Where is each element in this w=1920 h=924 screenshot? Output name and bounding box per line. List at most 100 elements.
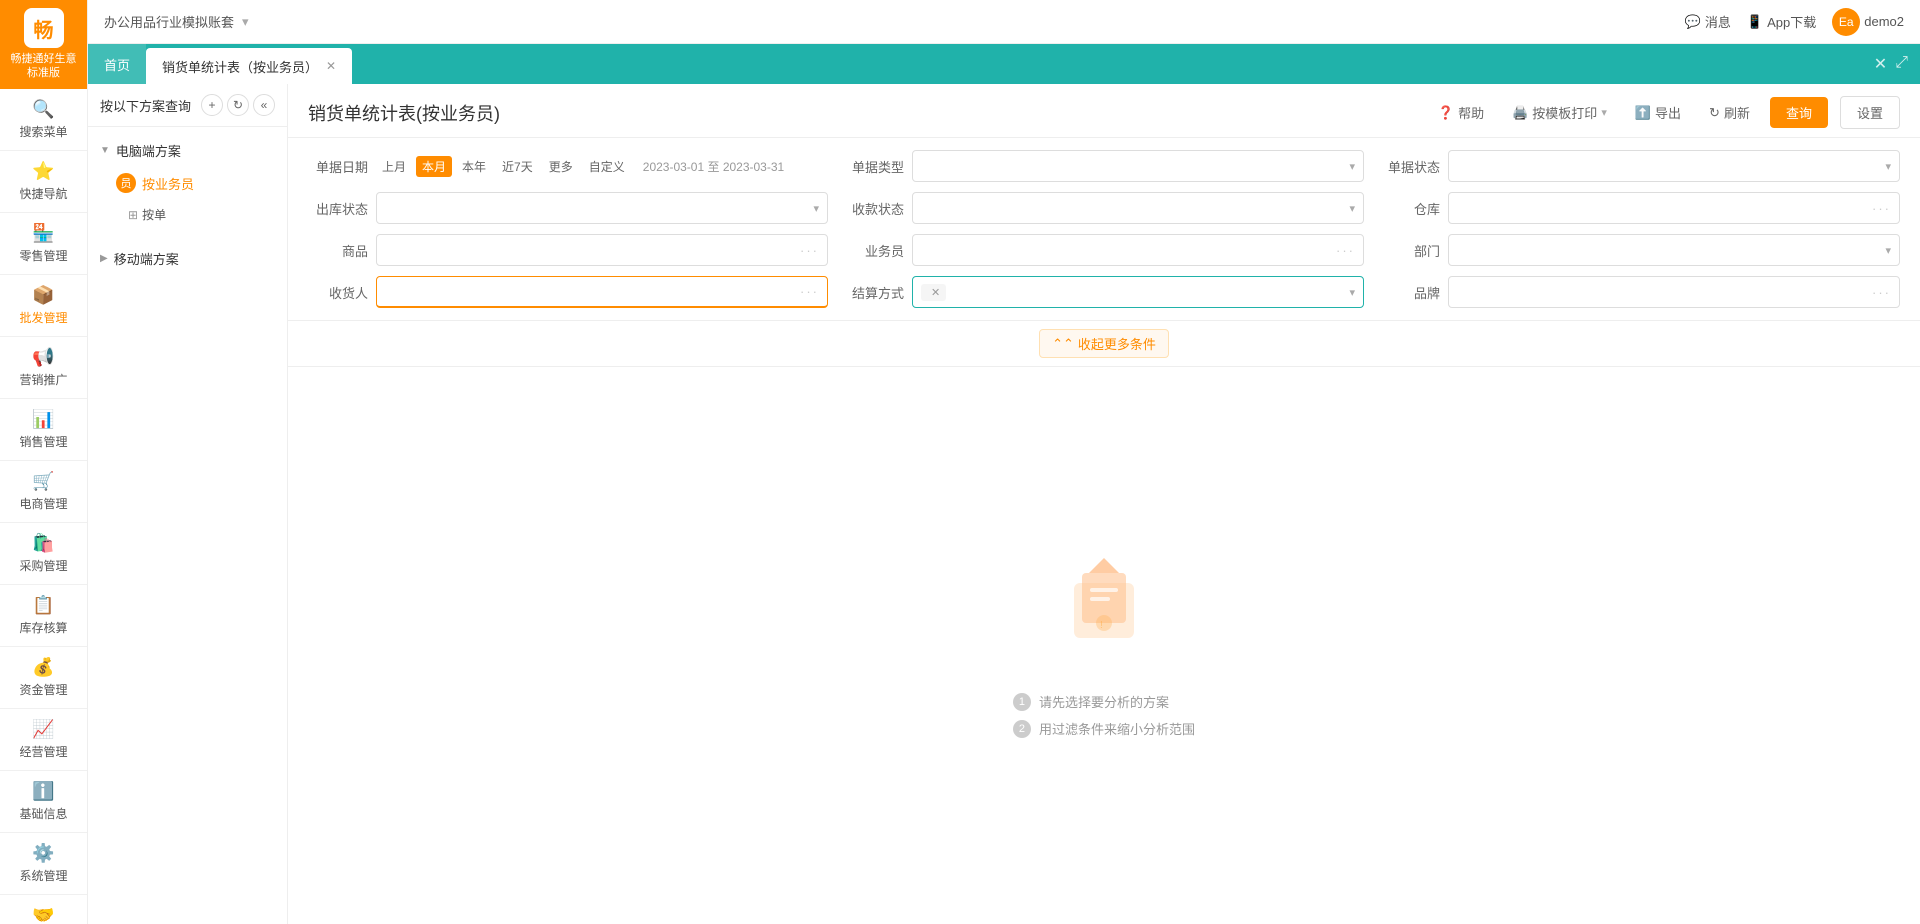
stock-status-input[interactable]: ▾ bbox=[376, 192, 828, 224]
consignee-dots-icon: ··· bbox=[800, 284, 819, 299]
logo-initial: 畅 bbox=[34, 14, 54, 43]
app-name: 办公用品行业模拟账套 bbox=[104, 12, 234, 31]
department-dropdown-icon: ▾ bbox=[1885, 244, 1891, 257]
scheme-item-by-salesperson[interactable]: 员 按业务员 bbox=[88, 166, 287, 200]
add-scheme-button[interactable]: + bbox=[201, 94, 223, 116]
salesperson-input[interactable]: ··· bbox=[912, 234, 1364, 266]
collapse-panel-button[interactable]: « bbox=[253, 94, 275, 116]
goods-input[interactable]: ··· bbox=[376, 234, 828, 266]
sidebar-item-cooperation[interactable]: 🤝 企业协同 bbox=[0, 895, 87, 924]
filter-row-3: 商品 ··· 业务员 ··· 部门 bbox=[308, 234, 1900, 266]
sidebar-item-shortcut[interactable]: ⭐ 快捷导航 bbox=[0, 151, 87, 213]
sidebar-item-retail[interactable]: 🏪 零售管理 bbox=[0, 213, 87, 275]
date-tab-7days[interactable]: 近7天 bbox=[496, 156, 539, 177]
date-filter: 单据日期 上月 本月 本年 近7天 更多 自定义 2023-03-01 至 20… bbox=[308, 156, 828, 177]
sidebar-item-finance[interactable]: 💰 资金管理 bbox=[0, 647, 87, 709]
refresh-scheme-button[interactable]: ↻ bbox=[227, 94, 249, 116]
left-panel: 按以下方案查询 + ↻ « ▼ 电脑端方案 员 按业务员 ⊞ 按 bbox=[88, 84, 288, 924]
close-window-icon[interactable]: ✕ bbox=[1874, 54, 1887, 74]
wholesale-icon: 📦 bbox=[32, 285, 54, 306]
warehouse-input[interactable]: ··· bbox=[1448, 192, 1900, 224]
consignee-filter: 收货人 ··· bbox=[308, 276, 828, 308]
sidebar-item-sales[interactable]: 📊 销售管理 bbox=[0, 399, 87, 461]
app-dropdown-icon[interactable]: ▾ bbox=[242, 14, 249, 30]
empty-state: ! 1 请先选择要分析的方案 2 用过滤条件来缩小分析范围 bbox=[288, 367, 1920, 924]
app-download-button[interactable]: 📱 App下载 bbox=[1747, 12, 1816, 31]
print-dropdown-icon: ▾ bbox=[1601, 106, 1607, 119]
sidebar-item-basic[interactable]: ℹ️ 基础信息 bbox=[0, 771, 87, 833]
sidebar-item-inventory[interactable]: 📋 库存核算 bbox=[0, 585, 87, 647]
query-button[interactable]: 查询 bbox=[1770, 97, 1828, 128]
tab-close-icon[interactable]: ✕ bbox=[326, 59, 336, 73]
goods-filter: 商品 ··· bbox=[308, 234, 828, 266]
sidebar-item-wholesale[interactable]: 📦 批发管理 bbox=[0, 275, 87, 337]
date-label: 单据日期 bbox=[308, 157, 368, 176]
settlement-tag-close[interactable]: ✕ bbox=[931, 286, 940, 299]
cooperation-icon: 🤝 bbox=[32, 905, 54, 924]
payment-status-filter: 收款状态 ▾ bbox=[844, 192, 1364, 224]
bill-type-filter: 单据类型 ▾ bbox=[844, 150, 1364, 182]
inventory-icon: 📋 bbox=[32, 595, 54, 616]
refresh-button[interactable]: ↻ 刷新 bbox=[1701, 99, 1758, 126]
settings-button[interactable]: 设置 bbox=[1840, 96, 1900, 129]
department-label: 部门 bbox=[1380, 241, 1440, 260]
sidebar-item-search[interactable]: 🔍 搜索菜单 bbox=[0, 89, 87, 151]
tab-home[interactable]: 首页 bbox=[88, 44, 146, 84]
settlement-dropdown-icon: ▾ bbox=[1349, 286, 1355, 299]
date-tab-more[interactable]: 更多 bbox=[543, 156, 579, 177]
maximize-icon[interactable]: ⤢ bbox=[1895, 54, 1908, 74]
stock-status-dropdown-icon: ▾ bbox=[813, 202, 819, 215]
date-tab-last-month[interactable]: 上月 bbox=[376, 156, 412, 177]
tab-sales-stat[interactable]: 销货单统计表（按业务员） ✕ bbox=[146, 48, 352, 84]
sidebar-item-system[interactable]: ⚙️ 系统管理 bbox=[0, 833, 87, 895]
logo-area[interactable]: 畅 畅捷通好生意 标准版 bbox=[0, 0, 87, 89]
sidebar-item-operation[interactable]: 📈 经营管理 bbox=[0, 709, 87, 771]
system-icon: ⚙️ bbox=[32, 843, 54, 864]
date-tab-custom[interactable]: 自定义 bbox=[583, 156, 631, 177]
sidebar-item-ecommerce[interactable]: 🛒 电商管理 bbox=[0, 461, 87, 523]
sidebar-item-purchase[interactable]: 🛍️ 采购管理 bbox=[0, 523, 87, 585]
collapse-button[interactable]: ⌃⌃ 收起更多条件 bbox=[1039, 329, 1169, 358]
finance-icon: 💰 bbox=[32, 657, 54, 678]
department-filter: 部门 ▾ bbox=[1380, 234, 1900, 266]
bill-status-filter: 单据状态 ▾ bbox=[1380, 150, 1900, 182]
sidebar-item-marketing[interactable]: 📢 营销推广 bbox=[0, 337, 87, 399]
bill-status-dropdown-icon: ▾ bbox=[1885, 160, 1891, 173]
message-button[interactable]: 💬 消息 bbox=[1685, 12, 1731, 31]
export-button[interactable]: ⬆️ 导出 bbox=[1627, 99, 1689, 126]
department-input[interactable]: ▾ bbox=[1448, 234, 1900, 266]
scheme-item-by-order[interactable]: ⊞ 按单 bbox=[88, 200, 287, 229]
mobile-arrow-icon: ▶ bbox=[100, 253, 108, 264]
bill-status-input[interactable]: ▾ bbox=[1448, 150, 1900, 182]
user-menu[interactable]: Ea demo2 bbox=[1832, 8, 1904, 36]
settlement-label: 结算方式 bbox=[844, 283, 904, 302]
message-icon: 💬 bbox=[1685, 14, 1701, 30]
mobile-scheme-group-header[interactable]: ▶ 移动端方案 bbox=[88, 243, 287, 274]
template-print-button[interactable]: 🖨️ 按模板打印 ▾ bbox=[1504, 99, 1615, 126]
hint-num-2: 2 bbox=[1013, 720, 1031, 738]
date-tab-this-month[interactable]: 本月 bbox=[416, 156, 452, 177]
help-button[interactable]: ❓ 帮助 bbox=[1430, 99, 1492, 126]
bill-type-input[interactable]: ▾ bbox=[912, 150, 1364, 182]
goods-label: 商品 bbox=[308, 241, 368, 260]
goods-dots-icon: ··· bbox=[800, 243, 819, 258]
tabbar: 首页 销货单统计表（按业务员） ✕ ✕ ⤢ bbox=[88, 44, 1920, 84]
desktop-scheme-group-header[interactable]: ▼ 电脑端方案 bbox=[88, 135, 287, 166]
payment-status-input[interactable]: ▾ bbox=[912, 192, 1364, 224]
consignee-input[interactable]: ··· bbox=[376, 276, 828, 308]
bill-type-dropdown-icon: ▾ bbox=[1349, 160, 1355, 173]
brand-filter: 品牌 ··· bbox=[1380, 276, 1900, 308]
empty-hint-2: 2 用过滤条件来缩小分析范围 bbox=[1013, 719, 1195, 738]
topbar: 办公用品行业模拟账套 ▾ 💬 消息 📱 App下载 Ea demo2 bbox=[88, 0, 1920, 44]
bill-status-label: 单据状态 bbox=[1380, 157, 1440, 176]
logo-text: 畅捷通好生意 标准版 bbox=[4, 52, 83, 81]
empty-hints: 1 请先选择要分析的方案 2 用过滤条件来缩小分析范围 bbox=[1013, 692, 1195, 738]
warehouse-dots-icon: ··· bbox=[1872, 201, 1891, 216]
sales-icon: 📊 bbox=[32, 409, 54, 430]
salesperson-dots-icon: ··· bbox=[1336, 243, 1355, 258]
date-tab-this-year[interactable]: 本年 bbox=[456, 156, 492, 177]
brand-input[interactable]: ··· bbox=[1448, 276, 1900, 308]
topbar-right: 💬 消息 📱 App下载 Ea demo2 bbox=[1685, 8, 1904, 36]
desktop-scheme-group: ▼ 电脑端方案 员 按业务员 ⊞ 按单 bbox=[88, 127, 287, 237]
settlement-input[interactable]: ✕ ▾ bbox=[912, 276, 1364, 308]
